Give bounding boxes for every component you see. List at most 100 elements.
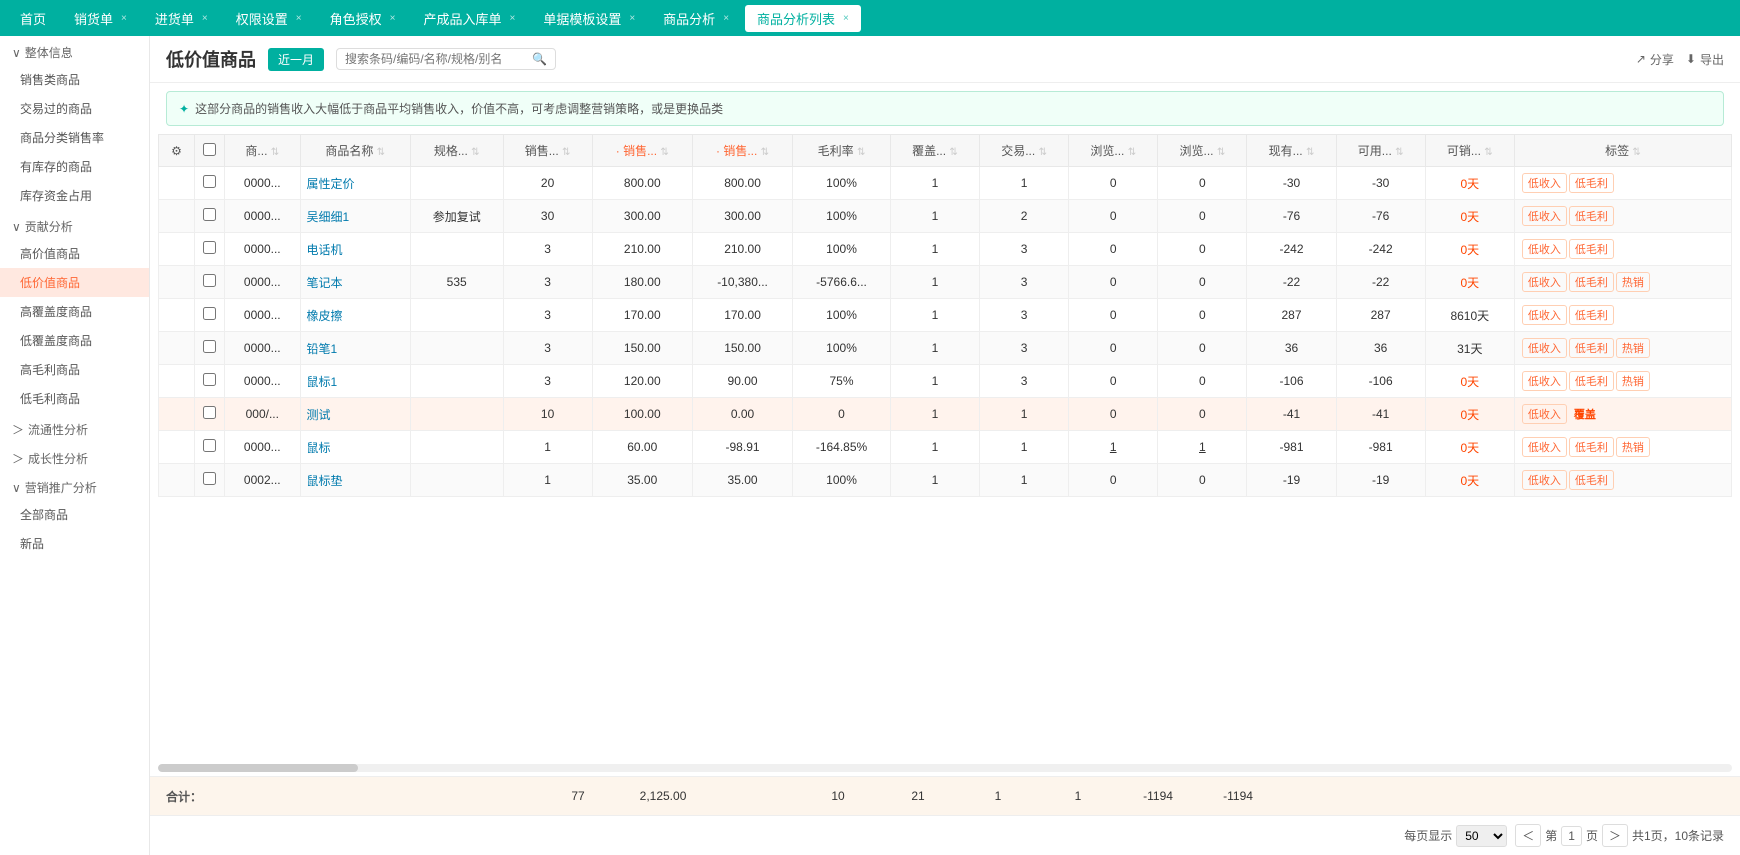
- row-stock2: -106: [1336, 365, 1425, 398]
- sidebar-item-low-margin[interactable]: 低毛利商品: [0, 384, 149, 413]
- sidebar-item-category-sales[interactable]: 商品分类销售率: [0, 123, 149, 152]
- sidebar-section-contribution[interactable]: ∨ 贡献分析: [0, 210, 149, 239]
- nav-analysis-list[interactable]: 商品分析列表 ×: [745, 5, 861, 32]
- footer-cell-code: [278, 785, 348, 807]
- close-icon[interactable]: ×: [629, 13, 635, 24]
- export-button[interactable]: ⬇ 导出: [1686, 51, 1724, 68]
- table-container: ⚙ 商... ⇅ 商品名称 ⇅ 规格... ⇅ 销售... ⇅ · 销售... …: [150, 134, 1740, 764]
- th-sales2[interactable]: · 销售... ⇅: [592, 135, 692, 167]
- first-page-button[interactable]: ＜: [1515, 824, 1541, 847]
- row-cov: 1: [890, 398, 979, 431]
- horizontal-scrollbar[interactable]: [158, 764, 1732, 772]
- share-button[interactable]: ↗ 分享: [1636, 51, 1674, 68]
- row-gross: -164.85%: [793, 431, 891, 464]
- sidebar-item-all-goods[interactable]: 全部商品: [0, 500, 149, 529]
- browse-link[interactable]: 1: [1110, 440, 1117, 454]
- th-browse2[interactable]: 浏览... ⇅: [1158, 135, 1247, 167]
- nav-roles[interactable]: 角色授权 ×: [318, 5, 408, 32]
- th-name[interactable]: 商品名称 ⇅: [300, 135, 410, 167]
- th-tags[interactable]: 标签 ⇅: [1514, 135, 1731, 167]
- sidebar-item-traded-goods[interactable]: 交易过的商品: [0, 94, 149, 123]
- close-icon[interactable]: ×: [202, 13, 208, 24]
- row-name[interactable]: 鼠标垫: [300, 464, 410, 497]
- row-s2: 100.00: [592, 398, 692, 431]
- row-name[interactable]: 测试: [300, 398, 410, 431]
- sidebar-item-stocked-goods[interactable]: 有库存的商品: [0, 152, 149, 181]
- browse2-link[interactable]: 1: [1199, 440, 1206, 454]
- row-checkbox[interactable]: [203, 439, 216, 452]
- sidebar-item-high-coverage[interactable]: 高覆盖度商品: [0, 297, 149, 326]
- th-code[interactable]: 商... ⇅: [225, 135, 300, 167]
- sidebar-item-high-value[interactable]: 高价值商品: [0, 239, 149, 268]
- row-checkbox[interactable]: [203, 208, 216, 221]
- row-browse1: 0: [1069, 299, 1158, 332]
- sidebar-item-inventory-capital[interactable]: 库存资金占用: [0, 181, 149, 210]
- row-name[interactable]: 铅笔1: [300, 332, 410, 365]
- row-name[interactable]: 属性定价: [300, 167, 410, 200]
- th-gross[interactable]: 毛利率 ⇅: [793, 135, 891, 167]
- close-icon[interactable]: ×: [509, 13, 515, 24]
- sidebar-section-marketing[interactable]: ∨ 营销推广分析: [0, 471, 149, 500]
- row-name[interactable]: 鼠标: [300, 431, 410, 464]
- th-settings[interactable]: ⚙: [159, 135, 195, 167]
- row-trade: 3: [980, 365, 1069, 398]
- row-checkbox[interactable]: [203, 274, 216, 287]
- row-checkbox[interactable]: [203, 307, 216, 320]
- sidebar-item-low-coverage[interactable]: 低覆盖度商品: [0, 326, 149, 355]
- row-browse2: 0: [1158, 200, 1247, 233]
- search-input[interactable]: [345, 52, 528, 66]
- row-name[interactable]: 吴细细1: [300, 200, 410, 233]
- row-name[interactable]: 电话机: [300, 233, 410, 266]
- scrollbar-thumb[interactable]: [158, 764, 358, 772]
- sidebar-item-low-value[interactable]: 低价值商品: [0, 268, 149, 297]
- nav-analysis[interactable]: 商品分析 ×: [651, 5, 741, 32]
- close-icon[interactable]: ×: [843, 13, 849, 24]
- chevron-down-icon: ∨: [12, 46, 21, 60]
- next-page-button[interactable]: ＞: [1602, 824, 1628, 847]
- search-icon[interactable]: 🔍: [532, 52, 547, 66]
- close-icon[interactable]: ×: [723, 13, 729, 24]
- row-code: 0000...: [225, 332, 300, 365]
- row-checkbox[interactable]: [203, 373, 216, 386]
- row-checkbox[interactable]: [203, 340, 216, 353]
- row-checkbox[interactable]: [203, 472, 216, 485]
- row-name[interactable]: 橡皮擦: [300, 299, 410, 332]
- row-checkbox[interactable]: [203, 406, 216, 419]
- th-sales3[interactable]: · 销售... ⇅: [692, 135, 792, 167]
- sidebar-item-high-margin[interactable]: 高毛利商品: [0, 355, 149, 384]
- row-name[interactable]: 鼠标1: [300, 365, 410, 398]
- th-coverage[interactable]: 覆盖... ⇅: [890, 135, 979, 167]
- tag-badge: 低收入: [1522, 173, 1567, 193]
- sidebar-item-sales-goods[interactable]: 销售类商品: [0, 65, 149, 94]
- nav-permissions[interactable]: 权限设置 ×: [224, 5, 314, 32]
- date-filter-button[interactable]: 近一月: [268, 48, 324, 71]
- nav-products[interactable]: 产成品入库单 ×: [411, 5, 527, 32]
- th-spec[interactable]: 规格... ⇅: [410, 135, 503, 167]
- row-s2: 170.00: [592, 299, 692, 332]
- row-checkbox[interactable]: [203, 241, 216, 254]
- select-all-checkbox[interactable]: [203, 143, 216, 156]
- row-checkbox[interactable]: [203, 175, 216, 188]
- nav-purchase[interactable]: 进货单 ×: [143, 5, 220, 32]
- row-tags: 低收入低毛利: [1514, 233, 1731, 266]
- row-trade: 1: [980, 167, 1069, 200]
- sidebar-item-new-goods[interactable]: 新品: [0, 529, 149, 558]
- close-icon[interactable]: ×: [390, 13, 396, 24]
- sidebar-section-liquidity[interactable]: ＞ 流通性分析: [0, 413, 149, 442]
- th-sellable[interactable]: 可销... ⇅: [1425, 135, 1514, 167]
- close-icon[interactable]: ×: [121, 13, 127, 24]
- th-sales1[interactable]: 销售... ⇅: [503, 135, 592, 167]
- row-stock1: -41: [1247, 398, 1336, 431]
- sidebar-section-overall[interactable]: ∨ 整体信息: [0, 36, 149, 65]
- th-stock2[interactable]: 可用... ⇅: [1336, 135, 1425, 167]
- sidebar-section-growth[interactable]: ＞ 成长性分析: [0, 442, 149, 471]
- row-name[interactable]: 笔记本: [300, 266, 410, 299]
- th-stock1[interactable]: 现有... ⇅: [1247, 135, 1336, 167]
- per-page-select[interactable]: 50 100 200: [1456, 825, 1507, 847]
- nav-templates[interactable]: 单据模板设置 ×: [531, 5, 647, 32]
- nav-sales[interactable]: 销货单 ×: [62, 5, 139, 32]
- th-trade[interactable]: 交易... ⇅: [980, 135, 1069, 167]
- close-icon[interactable]: ×: [296, 13, 302, 24]
- th-browse1[interactable]: 浏览... ⇅: [1069, 135, 1158, 167]
- nav-home[interactable]: 首页: [8, 5, 58, 32]
